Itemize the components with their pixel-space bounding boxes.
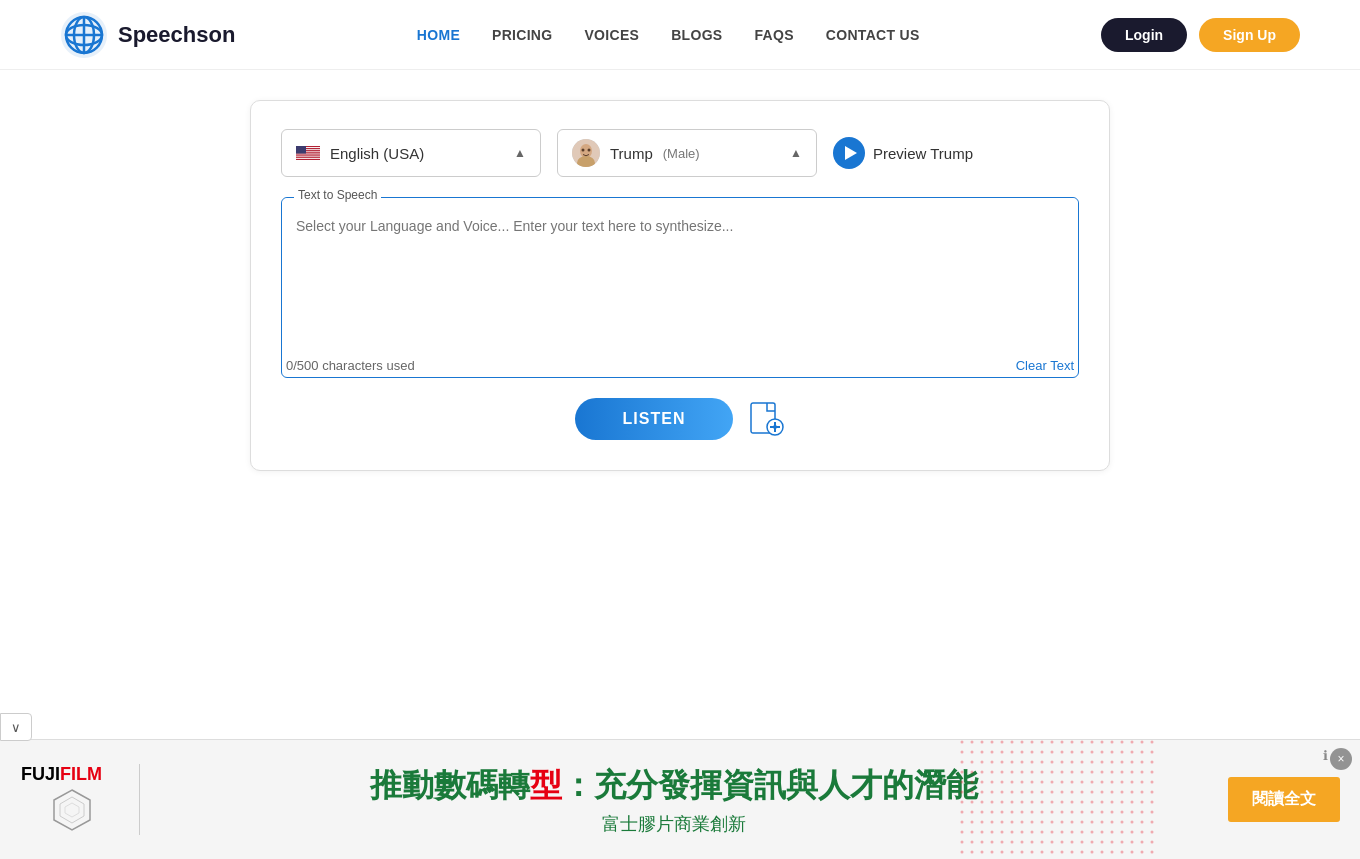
us-flag-icon [296,146,320,160]
voice-name: Trump [610,145,653,162]
logo-icon [60,11,108,59]
controls-row: English (USA) ▲ [281,129,1079,177]
textarea-footer: 0/500 characters used Clear Text [282,352,1078,377]
listen-button[interactable]: LISTEN [575,398,734,440]
svg-rect-14 [296,155,320,156]
svg-rect-13 [296,154,320,155]
svg-rect-17 [296,158,320,159]
nav-links: HOME PRICING VOICES BLOGS FAQS CONTACT U… [417,26,920,44]
svg-rect-15 [296,156,320,157]
play-triangle-icon [845,146,857,160]
textarea-section: Text to Speech 0/500 characters used Cle… [281,197,1079,378]
logo-text: Speechson [118,22,235,48]
svg-rect-19 [296,146,306,154]
voice-gender: (Male) [663,146,700,161]
language-label: English (USA) [330,145,424,162]
main-content: English (USA) ▲ [0,70,1360,501]
nav-pricing[interactable]: PRICING [492,27,552,43]
voice-avatar [572,139,600,167]
login-button[interactable]: Login [1101,18,1187,52]
svg-rect-16 [296,157,320,158]
nav-contact[interactable]: CONTACT US [826,27,920,43]
char-count: 0/500 characters used [286,358,415,373]
clear-text-button[interactable]: Clear Text [1016,358,1074,373]
language-selector[interactable]: English (USA) ▲ [281,129,541,177]
preview-label: Preview Trump [873,145,973,162]
voice-selector[interactable]: Trump (Male) ▲ [557,129,817,177]
signup-button[interactable]: Sign Up [1199,18,1300,52]
nav-voices[interactable]: VOICES [584,27,639,43]
bottom-row: LISTEN [281,398,1079,440]
nav-blogs[interactable]: BLOGS [671,27,722,43]
logo[interactable]: Speechson [60,11,235,59]
nav-home[interactable]: HOME [417,27,460,43]
tts-textarea[interactable] [282,198,1078,348]
nav-buttons: Login Sign Up [1101,18,1300,52]
tts-card: English (USA) ▲ [250,100,1110,471]
nav-faqs[interactable]: FAQS [754,27,793,43]
svg-point-29 [773,425,777,429]
preview-button[interactable]: Preview Trump [833,131,973,175]
svg-point-24 [588,149,591,152]
voice-chevron-icon: ▲ [790,146,802,160]
svg-point-23 [582,149,585,152]
file-upload-icon[interactable] [749,401,785,437]
svg-rect-18 [296,159,320,160]
textarea-label: Text to Speech [294,188,381,202]
play-circle-icon [833,137,865,169]
navbar: Speechson HOME PRICING VOICES BLOGS FAQS… [0,0,1360,70]
language-chevron-icon: ▲ [514,146,526,160]
